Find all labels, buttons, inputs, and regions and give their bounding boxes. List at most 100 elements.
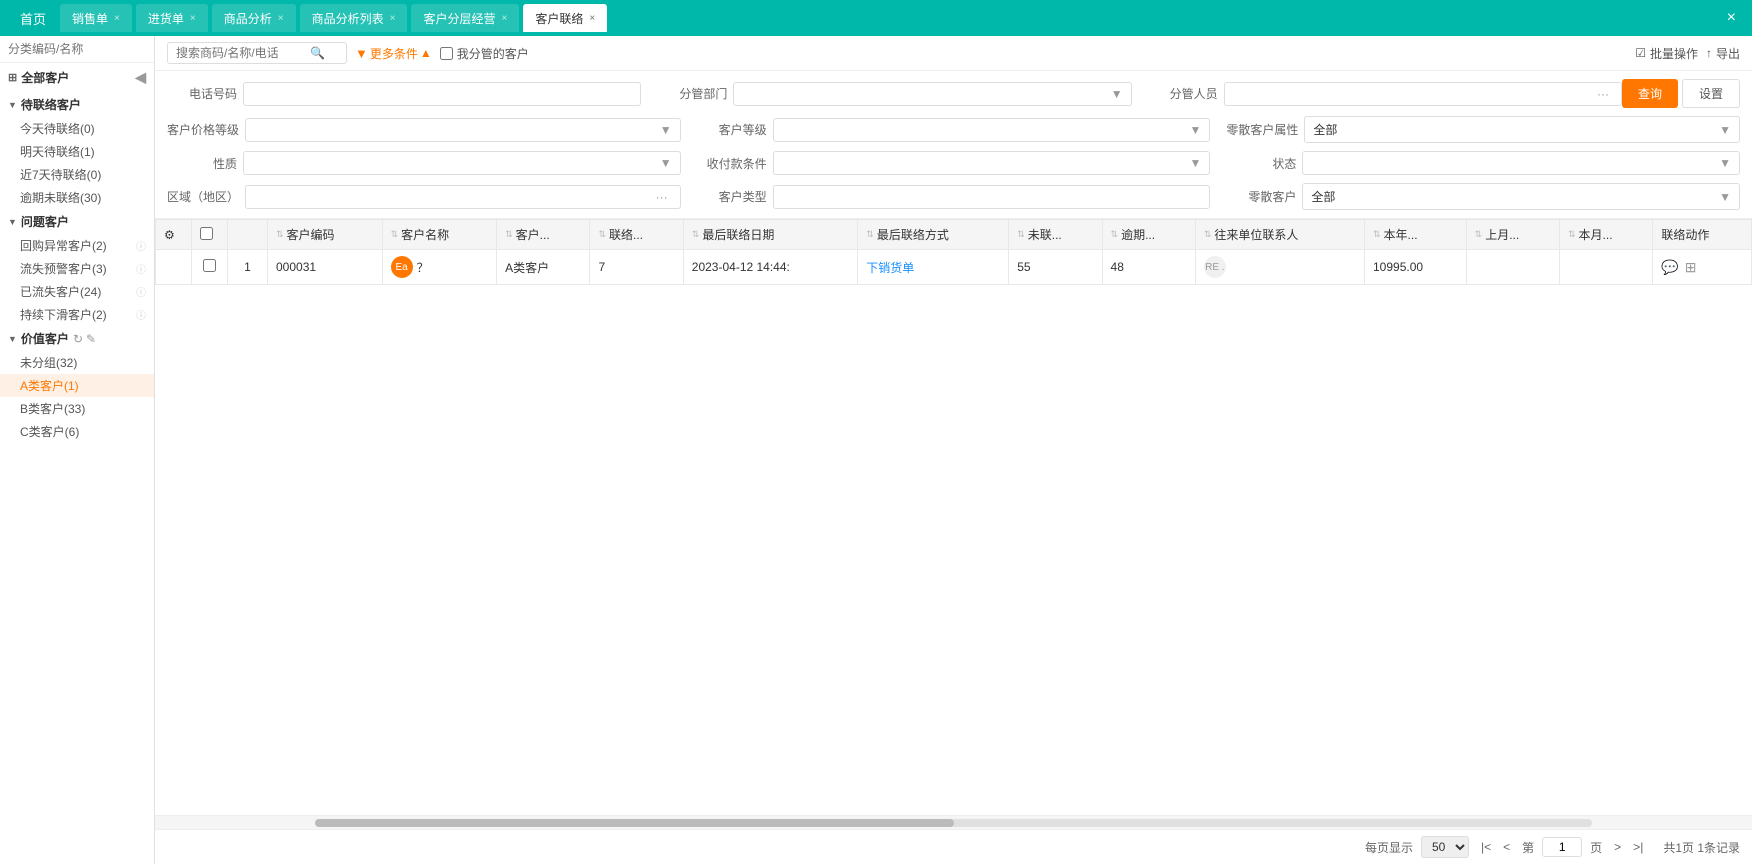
department-arrow-icon: ▼ — [1111, 87, 1123, 101]
close-product-analysis-icon[interactable]: × — [278, 13, 284, 24]
last-month-column-header[interactable]: ⇅ 上月... — [1466, 220, 1559, 250]
manager-dots-icon[interactable]: ··· — [1593, 87, 1613, 101]
retail-attr-select[interactable]: 全部 ▼ — [1304, 116, 1740, 143]
sidebar-item-overdue-contact[interactable]: 逾期未联络(30) — [0, 186, 154, 209]
manager-select[interactable]: ··· — [1224, 82, 1622, 106]
search-input[interactable] — [176, 46, 306, 60]
close-product-analysis-list-icon[interactable]: × — [390, 13, 396, 24]
row-actions-cell: 💬 ⊞ — [1653, 250, 1752, 285]
not-contacted-col-label: 未联... — [1028, 226, 1062, 243]
customer-type-column-header[interactable]: ⇅ 客户... — [497, 220, 590, 250]
close-sales-order-icon[interactable]: × — [114, 13, 120, 24]
overdue-column-header[interactable]: ⇅ 逾期... — [1102, 220, 1195, 250]
tab-sales-order[interactable]: 销售单 × — [60, 4, 132, 32]
retail-customer-select[interactable]: 全部 ▼ — [1302, 183, 1740, 210]
row-last-method-cell: 下销货单 — [858, 250, 1009, 285]
tab-product-analysis[interactable]: 商品分析 × — [212, 4, 296, 32]
sidebar-item-continuous-decline[interactable]: 持续下滑客户(2) ⓘ — [0, 303, 154, 326]
row-type-cell: A类客户 — [497, 250, 590, 285]
churned-help-icon[interactable]: ⓘ — [136, 284, 146, 299]
sidebar-item-continuous-decline-label: 持续下滑客户(2) — [20, 306, 107, 323]
my-customer-check[interactable] — [440, 47, 453, 60]
last-contact-method-column-header[interactable]: ⇅ 最后联络方式 — [858, 220, 1009, 250]
next-page-button[interactable]: > — [1610, 838, 1625, 856]
phone-input[interactable] — [243, 82, 641, 106]
setting-button[interactable]: 设置 — [1682, 79, 1740, 108]
chat-action-icon[interactable]: 💬 — [1661, 259, 1678, 276]
sort-icon-date: ⇅ — [692, 229, 700, 240]
price-level-select[interactable]: ▼ — [245, 118, 681, 142]
last-month-col-label: 上月... — [1485, 226, 1519, 243]
not-contacted-column-header[interactable]: ⇅ 未联... — [1009, 220, 1102, 250]
horizontal-scrollbar[interactable] — [155, 815, 1752, 829]
continuous-decline-help-icon[interactable]: ⓘ — [136, 307, 146, 322]
unit-contact-column-header[interactable]: ⇅ 往来单位联系人 — [1195, 220, 1364, 250]
customer-type-input[interactable] — [773, 185, 1211, 209]
region-dots-icon[interactable]: ··· — [652, 190, 672, 204]
close-customer-contact-icon[interactable]: × — [589, 13, 595, 24]
payment-select[interactable]: ▼ — [773, 151, 1211, 175]
page-number-input[interactable] — [1542, 837, 1582, 857]
prev-page-button[interactable]: < — [1499, 838, 1514, 856]
row-name-cell: Ea ？ — [382, 250, 497, 285]
sidebar-collapse-icon[interactable]: ◀ — [135, 69, 146, 86]
sidebar-item-class-c[interactable]: C类客户(6) — [0, 420, 154, 443]
filter-cell-region: 区域（地区） ··· — [167, 185, 681, 209]
last-page-button[interactable]: >| — [1629, 838, 1647, 856]
export-button[interactable]: ↑ 导出 — [1706, 45, 1740, 62]
last-contact-date-column-header[interactable]: ⇅ 最后联络日期 — [683, 220, 857, 250]
sidebar-item-class-a[interactable]: A类客户(1) — [0, 374, 154, 397]
region-select[interactable]: ··· — [245, 185, 681, 209]
department-select[interactable]: ▼ — [733, 82, 1131, 106]
sidebar-item-7days-pending[interactable]: 近7天待联络(0) — [0, 163, 154, 186]
sidebar-search-input[interactable] — [8, 42, 155, 56]
sidebar-item-7days-pending-label: 近7天待联络(0) — [20, 166, 101, 183]
page-size-select[interactable]: 50 — [1421, 836, 1469, 858]
nature-select[interactable]: ▼ — [243, 151, 681, 175]
sidebar-item-today-pending[interactable]: 今天待联络(0) — [0, 117, 154, 140]
close-purchase-order-icon[interactable]: × — [190, 13, 196, 24]
home-tab[interactable]: 首页 — [8, 0, 58, 36]
value-refresh-icon[interactable]: ↻ — [73, 332, 83, 346]
sidebar-item-unclassified[interactable]: 未分组(32) — [0, 351, 154, 374]
tab-product-analysis-list[interactable]: 商品分析列表 × — [300, 4, 408, 32]
sidebar-item-repurchase-abnormal[interactable]: 回购异常客户(2) ⓘ — [0, 234, 154, 257]
sidebar-item-churned[interactable]: 已流失客户(24) ⓘ — [0, 280, 154, 303]
churn-warning-help-icon[interactable]: ⓘ — [136, 261, 146, 276]
contact-num-column-header[interactable]: ⇅ 联络... — [590, 220, 683, 250]
settings-column-header[interactable]: ⚙ — [156, 220, 192, 250]
qr-action-icon[interactable]: ⊞ — [1685, 259, 1697, 276]
sort-icon-contact: ⇅ — [598, 229, 606, 240]
pending-section-title[interactable]: ▼ 待联络客户 — [0, 92, 154, 117]
search-icon[interactable]: 🔍 — [310, 46, 325, 60]
sidebar-item-tomorrow-pending[interactable]: 明天待联络(1) — [0, 140, 154, 163]
tab-customer-contact[interactable]: 客户联络 × — [523, 4, 607, 32]
window-close-icon[interactable]: × — [1719, 9, 1744, 27]
row-checkbox-cell[interactable] — [192, 250, 228, 285]
more-filter-button[interactable]: ▼ 更多条件 ▲ — [355, 45, 432, 62]
row-checkbox[interactable] — [203, 259, 216, 272]
close-customer-segmentation-icon[interactable]: × — [501, 13, 507, 24]
this-month-column-header[interactable]: ⇅ 本月... — [1560, 220, 1653, 250]
my-customer-checkbox[interactable]: 我分管的客户 — [440, 45, 529, 62]
status-select[interactable]: ▼ — [1302, 151, 1740, 175]
last-method-link[interactable]: 下销货单 — [866, 261, 914, 275]
batch-operation-button[interactable]: ☑ 批量操作 — [1635, 45, 1698, 62]
repurchase-help-icon[interactable]: ⓘ — [136, 238, 146, 253]
tab-purchase-order[interactable]: 进货单 × — [136, 4, 208, 32]
sidebar-item-class-b[interactable]: B类客户(33) — [0, 397, 154, 420]
scrollbar-thumb[interactable] — [315, 819, 954, 827]
code-column-header[interactable]: ⇅ 客户编码 — [268, 220, 383, 250]
this-year-column-header[interactable]: ⇅ 本年... — [1365, 220, 1467, 250]
problem-section-title[interactable]: ▼ 问题客户 — [0, 209, 154, 234]
tab-customer-segmentation[interactable]: 客户分层经营 × — [411, 4, 519, 32]
name-column-header[interactable]: ⇅ 客户名称 — [382, 220, 497, 250]
first-page-button[interactable]: |< — [1477, 838, 1495, 856]
sidebar-item-churn-warning[interactable]: 流失预警客户(3) ⓘ — [0, 257, 154, 280]
query-button[interactable]: 查询 — [1622, 79, 1678, 108]
checkbox-column-header[interactable] — [192, 220, 228, 250]
page-suffix: 页 — [1586, 837, 1606, 858]
value-edit-icon[interactable]: ✎ — [86, 332, 96, 346]
customer-level-select[interactable]: ▼ — [773, 118, 1211, 142]
select-all-checkbox[interactable] — [200, 227, 213, 240]
